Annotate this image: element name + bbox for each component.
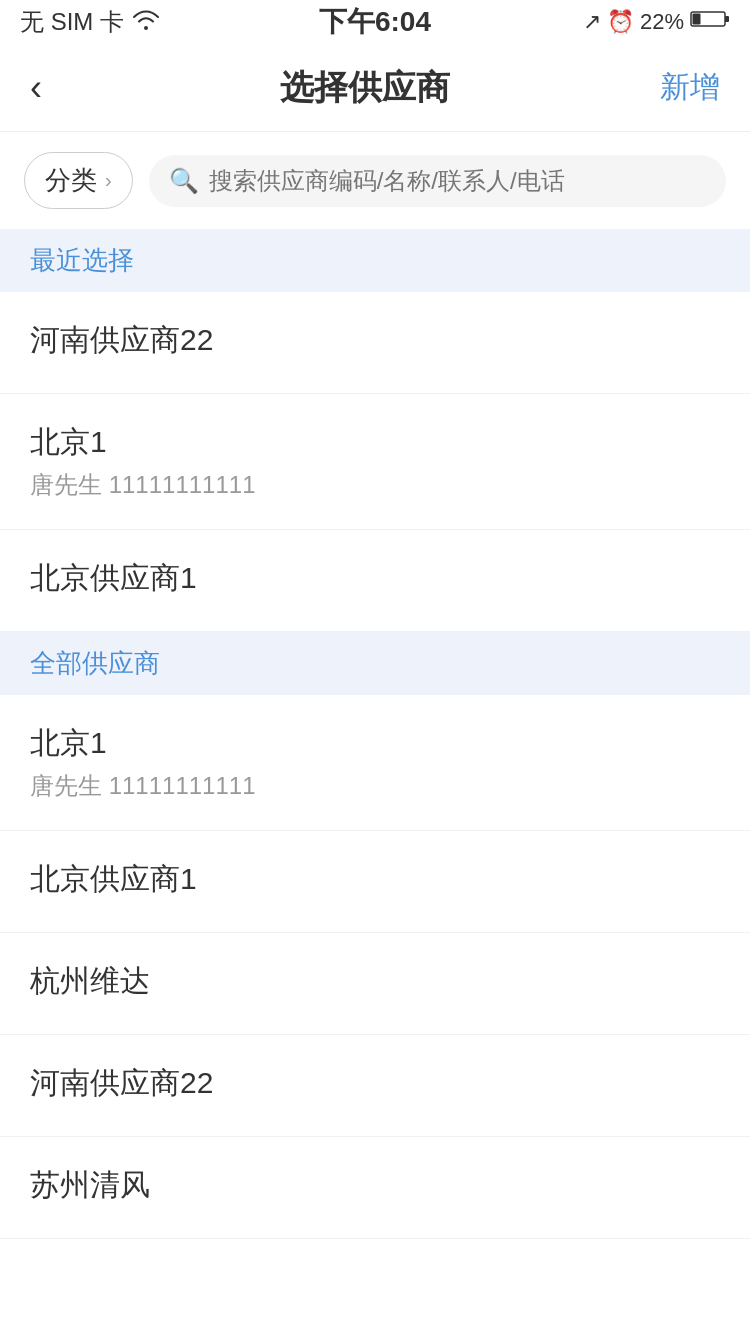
location-icon: ↗ <box>583 9 601 35</box>
item-name: 北京供应商1 <box>30 859 720 900</box>
all-section-label: 全部供应商 <box>30 648 160 678</box>
list-item[interactable]: 苏州清风 <box>0 1137 750 1239</box>
item-name: 苏州清风 <box>30 1165 720 1206</box>
wifi-icon <box>132 8 160 36</box>
category-button[interactable]: 分类 › <box>24 152 133 209</box>
list-item[interactable]: 杭州维达 <box>0 933 750 1035</box>
chevron-right-icon: › <box>105 169 112 192</box>
search-bar: 分类 › 🔍 <box>0 132 750 229</box>
svg-rect-2 <box>693 14 701 25</box>
search-input[interactable] <box>209 167 706 195</box>
status-right: ↗ ⏰ 22% <box>583 9 730 35</box>
list-item[interactable]: 河南供应商22 <box>0 1035 750 1137</box>
carrier-text: 无 SIM 卡 <box>20 6 124 38</box>
item-name: 北京1 <box>30 422 720 463</box>
search-icon: 🔍 <box>169 167 199 195</box>
status-bar: 无 SIM 卡 下午6:04 ↗ ⏰ 22% <box>0 0 750 44</box>
item-name: 北京1 <box>30 723 720 764</box>
item-sub: 唐先生 11111111111 <box>30 469 720 501</box>
list-item[interactable]: 北京1 唐先生 11111111111 <box>0 394 750 530</box>
item-sub: 唐先生 11111111111 <box>30 770 720 802</box>
add-supplier-button[interactable]: 新增 <box>640 67 720 108</box>
list-item[interactable]: 河南供应商22 <box>0 292 750 394</box>
page-title: 选择供应商 <box>90 65 640 111</box>
item-name: 河南供应商22 <box>30 320 720 361</box>
category-label: 分类 <box>45 163 97 198</box>
list-item[interactable]: 北京1 唐先生 11111111111 <box>0 695 750 831</box>
battery-icon <box>690 9 730 35</box>
all-items-list: 北京1 唐先生 11111111111 北京供应商1 杭州维达河南供应商22 苏州清风 <box>0 695 750 1239</box>
svg-rect-1 <box>725 16 729 22</box>
item-name: 北京供应商1 <box>30 558 720 599</box>
status-left: 无 SIM 卡 <box>20 6 160 38</box>
back-icon: ‹ <box>30 67 42 108</box>
status-time: 下午6:04 <box>319 3 431 41</box>
list-item[interactable]: 北京供应商1 <box>0 831 750 933</box>
recent-section-label: 最近选择 <box>30 245 134 275</box>
all-section-header: 全部供应商 <box>0 632 750 695</box>
battery-text: 22% <box>640 9 684 35</box>
back-button[interactable]: ‹ <box>30 67 90 109</box>
item-name: 杭州维达 <box>30 961 720 1002</box>
list-item[interactable]: 北京供应商1 <box>0 530 750 632</box>
recent-section-header: 最近选择 <box>0 229 750 292</box>
recent-items-list: 河南供应商22 北京1 唐先生 11111111111 北京供应商1 <box>0 292 750 632</box>
search-input-wrap: 🔍 <box>149 155 726 207</box>
alarm-icon: ⏰ <box>607 9 634 35</box>
nav-bar: ‹ 选择供应商 新增 <box>0 44 750 132</box>
item-name: 河南供应商22 <box>30 1063 720 1104</box>
